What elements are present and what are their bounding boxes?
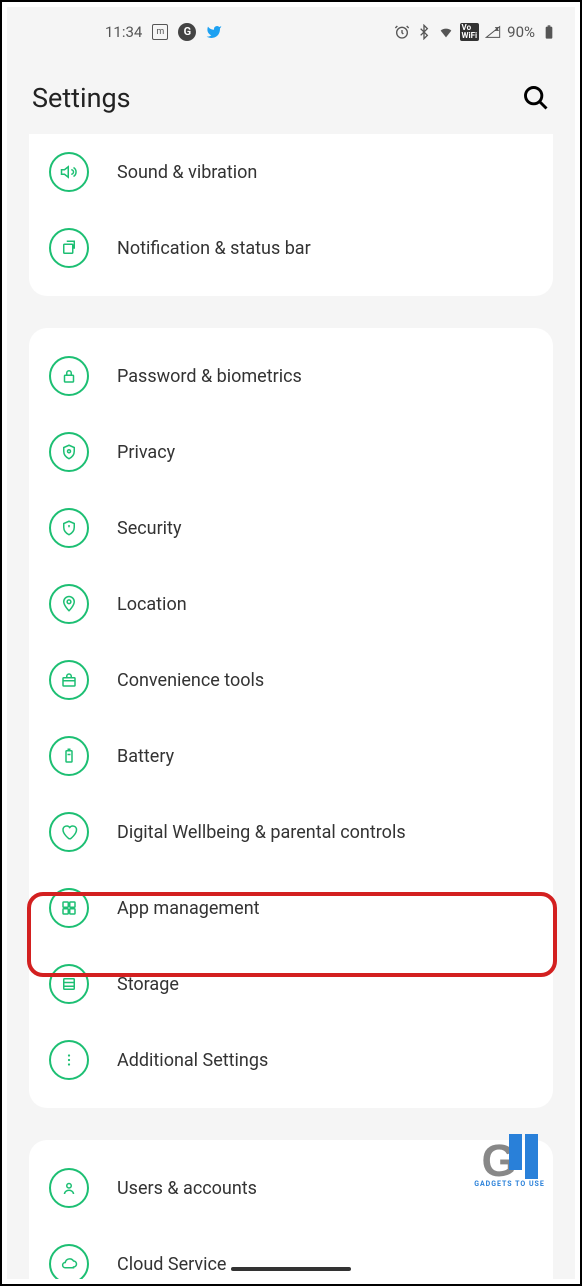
sound-icon (49, 152, 89, 192)
heart-icon (49, 812, 89, 852)
settings-item-label: Storage (117, 974, 179, 995)
status-right: VoWiFi x 90% (394, 23, 557, 41)
settings-item-storage[interactable]: Storage (29, 946, 553, 1022)
notification-icon (49, 228, 89, 268)
battery-icon (49, 736, 89, 776)
shield-icon (49, 508, 89, 548)
battery-percentage: 90% (507, 23, 535, 41)
settings-item-security[interactable]: Security (29, 490, 553, 566)
signal-icon: x (485, 24, 501, 40)
watermark-text: GADGETS TO USE (462, 1180, 557, 1188)
storage-icon (49, 964, 89, 1004)
settings-item-label: Battery (117, 746, 174, 767)
cloud-icon (49, 1244, 89, 1279)
settings-item-app-management[interactable]: App management (29, 870, 553, 946)
lock-icon (49, 356, 89, 396)
privacy-icon (49, 432, 89, 472)
settings-group-display: Sound & vibration Notification & status … (29, 134, 553, 296)
settings-item-label: Sound & vibration (117, 162, 257, 183)
settings-item-convenience[interactable]: Convenience tools (29, 642, 553, 718)
more-icon (49, 1040, 89, 1080)
settings-item-label: Privacy (117, 442, 175, 463)
settings-item-label: Convenience tools (117, 670, 264, 691)
settings-item-battery[interactable]: Battery (29, 718, 553, 794)
twitter-icon (206, 24, 222, 40)
page-title: Settings (32, 82, 131, 114)
settings-content: Sound & vibration Notification & status … (7, 134, 575, 1279)
settings-item-label: Digital Wellbeing & parental controls (117, 822, 406, 843)
user-icon (49, 1168, 89, 1208)
apps-icon (49, 888, 89, 928)
wifi-icon (438, 24, 454, 40)
settings-item-label: Users & accounts (117, 1178, 257, 1199)
settings-item-additional[interactable]: Additional Settings (29, 1022, 553, 1098)
settings-item-label: App management (117, 898, 260, 919)
settings-item-sound[interactable]: Sound & vibration (29, 134, 553, 210)
settings-item-label: Password & biometrics (117, 366, 302, 387)
settings-header: Settings (7, 52, 575, 139)
alarm-icon (394, 24, 410, 40)
home-indicator[interactable] (231, 1267, 351, 1271)
settings-group-privacy: Password & biometrics Privacy Security L… (29, 328, 553, 1108)
settings-item-label: Additional Settings (117, 1050, 268, 1071)
status-bar: 11:34 m G VoWiFi x 90% (7, 7, 575, 52)
settings-item-label: Security (117, 518, 181, 539)
status-time: 11:34 (105, 23, 142, 41)
m-icon: m (152, 24, 168, 40)
settings-item-notification[interactable]: Notification & status bar (29, 210, 553, 286)
settings-item-label: Cloud Service (117, 1254, 226, 1275)
settings-item-label: Location (117, 594, 187, 615)
settings-item-location[interactable]: Location (29, 566, 553, 642)
status-left: 11:34 m G (25, 23, 222, 41)
settings-item-label: Notification & status bar (117, 238, 311, 259)
settings-item-password[interactable]: Password & biometrics (29, 338, 553, 414)
vowifi-icon: VoWiFi (460, 23, 480, 41)
settings-item-privacy[interactable]: Privacy (29, 414, 553, 490)
search-icon[interactable] (522, 84, 550, 112)
location-icon (49, 584, 89, 624)
g-icon: G (178, 23, 196, 41)
svg-text:x: x (496, 26, 499, 32)
bluetooth-icon (416, 24, 432, 40)
settings-item-cloud[interactable]: Cloud Service (29, 1226, 553, 1279)
battery-icon (541, 24, 557, 40)
toolbox-icon (49, 660, 89, 700)
watermark: G GADGETS TO USE (462, 1134, 557, 1209)
settings-item-wellbeing[interactable]: Digital Wellbeing & parental controls (29, 794, 553, 870)
